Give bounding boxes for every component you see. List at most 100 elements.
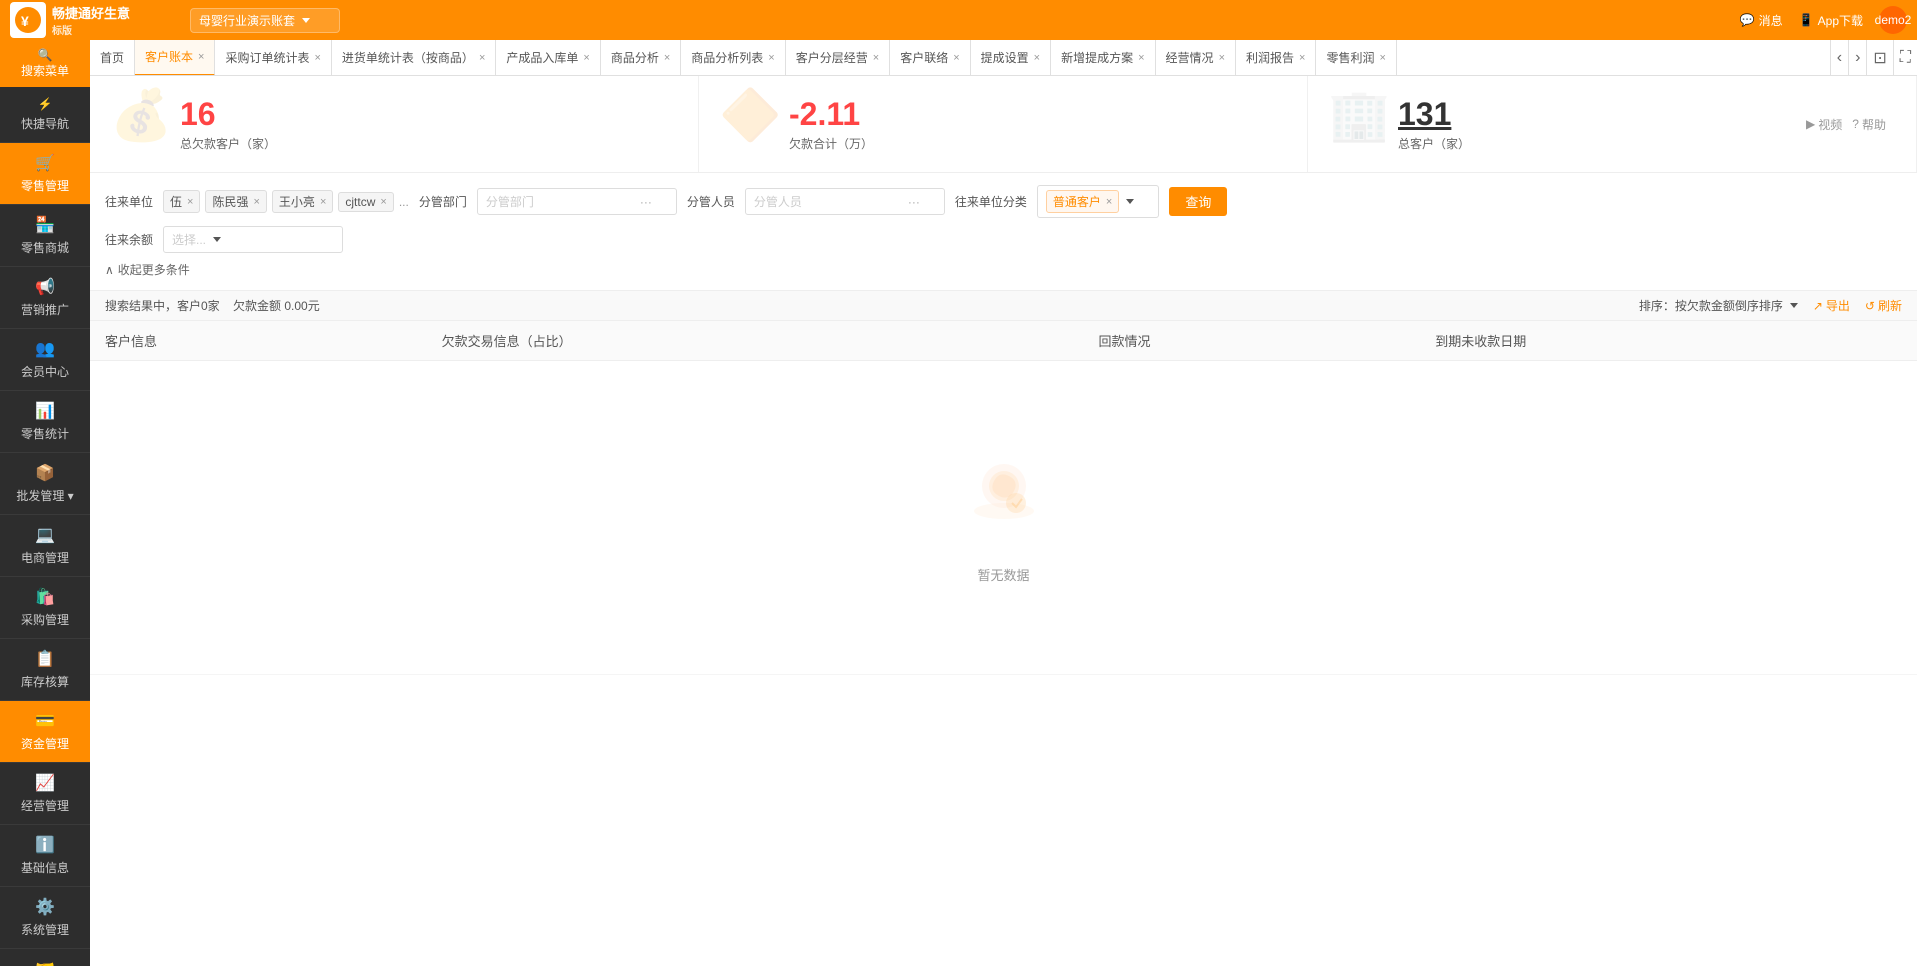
tab-2[interactable]: 采购订单统计表×: [215, 40, 331, 76]
tab-close-5[interactable]: ×: [664, 52, 670, 64]
logo-title: 畅捷通好生意: [52, 3, 130, 22]
video-icon: ▶: [1806, 117, 1815, 131]
sidebar-item-12[interactable]: ⚙️ 系统管理: [0, 887, 90, 949]
sidebar-item-8[interactable]: 📋 库存核算: [0, 639, 90, 701]
sidebar-icon-3: 👥: [35, 339, 55, 359]
unit-class-select[interactable]: 普通客户 ×: [1037, 185, 1159, 218]
tab-7[interactable]: 客户分层经营×: [786, 40, 890, 76]
tab-close-7[interactable]: ×: [873, 52, 879, 64]
sidebar-label-3: 会员中心: [21, 363, 69, 380]
account-selector[interactable]: 母婴行业演示账套: [190, 8, 340, 33]
tab-8[interactable]: 客户联络×: [890, 40, 970, 76]
tab-label-4: 产成品入库单: [506, 49, 578, 66]
sidebar-item-0[interactable]: 🛒 零售管理: [0, 143, 90, 205]
unit-class-chevron-icon: [1126, 199, 1134, 204]
remainder-label: 往来余额: [105, 231, 153, 248]
collapse-button[interactable]: ∧ 收起更多条件: [105, 261, 190, 278]
sidebar-label-11: 基础信息: [21, 859, 69, 876]
tab-label-12: 利润报告: [1246, 49, 1294, 66]
tab-5[interactable]: 商品分析×: [601, 40, 681, 76]
sidebar-label-10: 经营管理: [21, 797, 69, 814]
tab-9[interactable]: 提成设置 ×: [971, 40, 1051, 76]
sidebar-item-2[interactable]: 📢 营销推广: [0, 267, 90, 329]
help-icon: ?: [1852, 117, 1859, 131]
tab-close-3[interactable]: ×: [479, 52, 485, 64]
person-dots: ···: [908, 195, 920, 209]
sidebar-item-4[interactable]: 📊 零售统计: [0, 391, 90, 453]
tab-close-9[interactable]: ×: [1034, 52, 1040, 64]
sidebar-item-9[interactable]: 💳 资金管理: [0, 701, 90, 763]
sidebar-item-7[interactable]: 🛍️ 采购管理: [0, 577, 90, 639]
tab-close-13[interactable]: ×: [1379, 52, 1385, 64]
collapse-icon: ∧: [105, 263, 114, 277]
app-download-button[interactable]: 📱 App下载: [1799, 12, 1863, 29]
export-button[interactable]: ↗ 导出: [1813, 297, 1850, 314]
help-action[interactable]: ? 帮助: [1852, 116, 1886, 133]
tab-6[interactable]: 商品分析列表×: [681, 40, 785, 76]
remove-tag-wu[interactable]: ×: [187, 196, 193, 208]
refresh-icon: ↺: [1865, 299, 1875, 313]
empty-icon: [964, 451, 1044, 550]
person-select[interactable]: 分管人员 ···: [745, 188, 945, 215]
tab-close-10[interactable]: ×: [1138, 52, 1144, 64]
sort-select[interactable]: 排序：按欠款金额倒序排序: [1639, 297, 1798, 314]
tab-13[interactable]: 零售利润×: [1316, 40, 1396, 76]
sidebar-item-5[interactable]: 📦 批发管理 ▾: [0, 453, 90, 515]
customers-icon: 💰: [110, 86, 172, 145]
tab-12[interactable]: 利润报告 ×: [1236, 40, 1316, 76]
sidebar-item-10[interactable]: 📈 经营管理: [0, 763, 90, 825]
sidebar-label-4: 零售统计: [21, 425, 69, 442]
tab-label-9: 提成设置: [981, 49, 1029, 66]
tab-close-11[interactable]: ×: [1219, 52, 1225, 64]
sidebar-item-3[interactable]: 👥 会员中心: [0, 329, 90, 391]
tab-collapse-button[interactable]: ⊡: [1866, 40, 1892, 76]
tab-next-button[interactable]: ›: [1848, 40, 1866, 76]
message-button[interactable]: 💬 消息: [1740, 12, 1783, 29]
avatar[interactable]: demo2: [1879, 6, 1907, 34]
tab-1[interactable]: 客户账本 ×: [135, 40, 215, 76]
sidebar: 🔍 搜索菜单 ⚡ 快捷导航 🛒 零售管理 🏪 零售商城 📢 营销推广 👥 会员中…: [0, 40, 90, 966]
stat-value-1: 16: [180, 96, 276, 133]
tab-close-8[interactable]: ×: [953, 52, 959, 64]
sidebar-item-13[interactable]: 🤝 企业协同: [0, 949, 90, 966]
dept-select[interactable]: 分管部门 ···: [477, 188, 677, 215]
search-button[interactable]: 查询: [1169, 187, 1227, 216]
message-icon: 💬: [1740, 13, 1755, 27]
tab-prev-button[interactable]: ‹: [1830, 40, 1848, 76]
remove-tag-wang[interactable]: ×: [320, 196, 326, 208]
tab-close-12[interactable]: ×: [1299, 52, 1305, 64]
tab-label-1: 客户账本: [145, 48, 193, 65]
remove-unit-class[interactable]: ×: [1106, 196, 1112, 208]
stat-card-customers: 💰 16 总欠款客户（家）: [90, 76, 699, 172]
tab-11[interactable]: 经营情况×: [1156, 40, 1236, 76]
sidebar-label-8: 库存核算: [21, 673, 69, 690]
filter-more-button[interactable]: ...: [399, 195, 409, 209]
sidebar-search[interactable]: 🔍 搜索菜单: [0, 40, 90, 87]
sidebar-quick-nav[interactable]: ⚡ 快捷导航: [0, 87, 90, 143]
sidebar-item-6[interactable]: 💻 电商管理: [0, 515, 90, 577]
stat-info-2: -2.11 欠款合计（万）: [789, 96, 873, 152]
video-action[interactable]: ▶ 视频: [1806, 116, 1842, 133]
collapse-container: ∧ 收起更多条件: [105, 261, 1902, 278]
sidebar-item-11[interactable]: ℹ️ 基础信息: [0, 825, 90, 887]
tab-10[interactable]: 新增提成方案×: [1051, 40, 1155, 76]
remove-tag-chen[interactable]: ×: [253, 196, 259, 208]
tab-close-1[interactable]: ×: [198, 51, 204, 63]
refresh-button[interactable]: ↺ 刷新: [1865, 297, 1902, 314]
logo-area: ¥ 畅捷通好生意 标版: [10, 2, 190, 38]
tab-close-2[interactable]: ×: [314, 52, 320, 64]
tab-close-4[interactable]: ×: [583, 52, 589, 64]
page-content: 💰 16 总欠款客户（家） 🔶 -2.11 欠款合计（万）: [90, 76, 1917, 966]
tab-0[interactable]: 首页: [90, 40, 135, 76]
col-debt: 欠款交易信息（占比）: [427, 321, 1084, 361]
tab-4[interactable]: 产成品入库单 ×: [496, 40, 600, 76]
remainder-select[interactable]: 选择...: [163, 226, 343, 253]
tab-3[interactable]: 进货单统计表（按商品）×: [332, 40, 496, 76]
sidebar-icon-6: 💻: [35, 525, 55, 545]
remove-tag-cjttcw[interactable]: ×: [380, 196, 386, 208]
tab-close-6[interactable]: ×: [768, 52, 774, 64]
sidebar-item-1[interactable]: 🏪 零售商城: [0, 205, 90, 267]
content-area: 首页客户账本×采购订单统计表×进货单统计表（按商品）×产成品入库单×商品分析×商…: [90, 40, 1917, 966]
tab-fullscreen-button[interactable]: ⛶: [1893, 40, 1917, 76]
filter-tag-wu: 伍 ×: [163, 190, 200, 213]
